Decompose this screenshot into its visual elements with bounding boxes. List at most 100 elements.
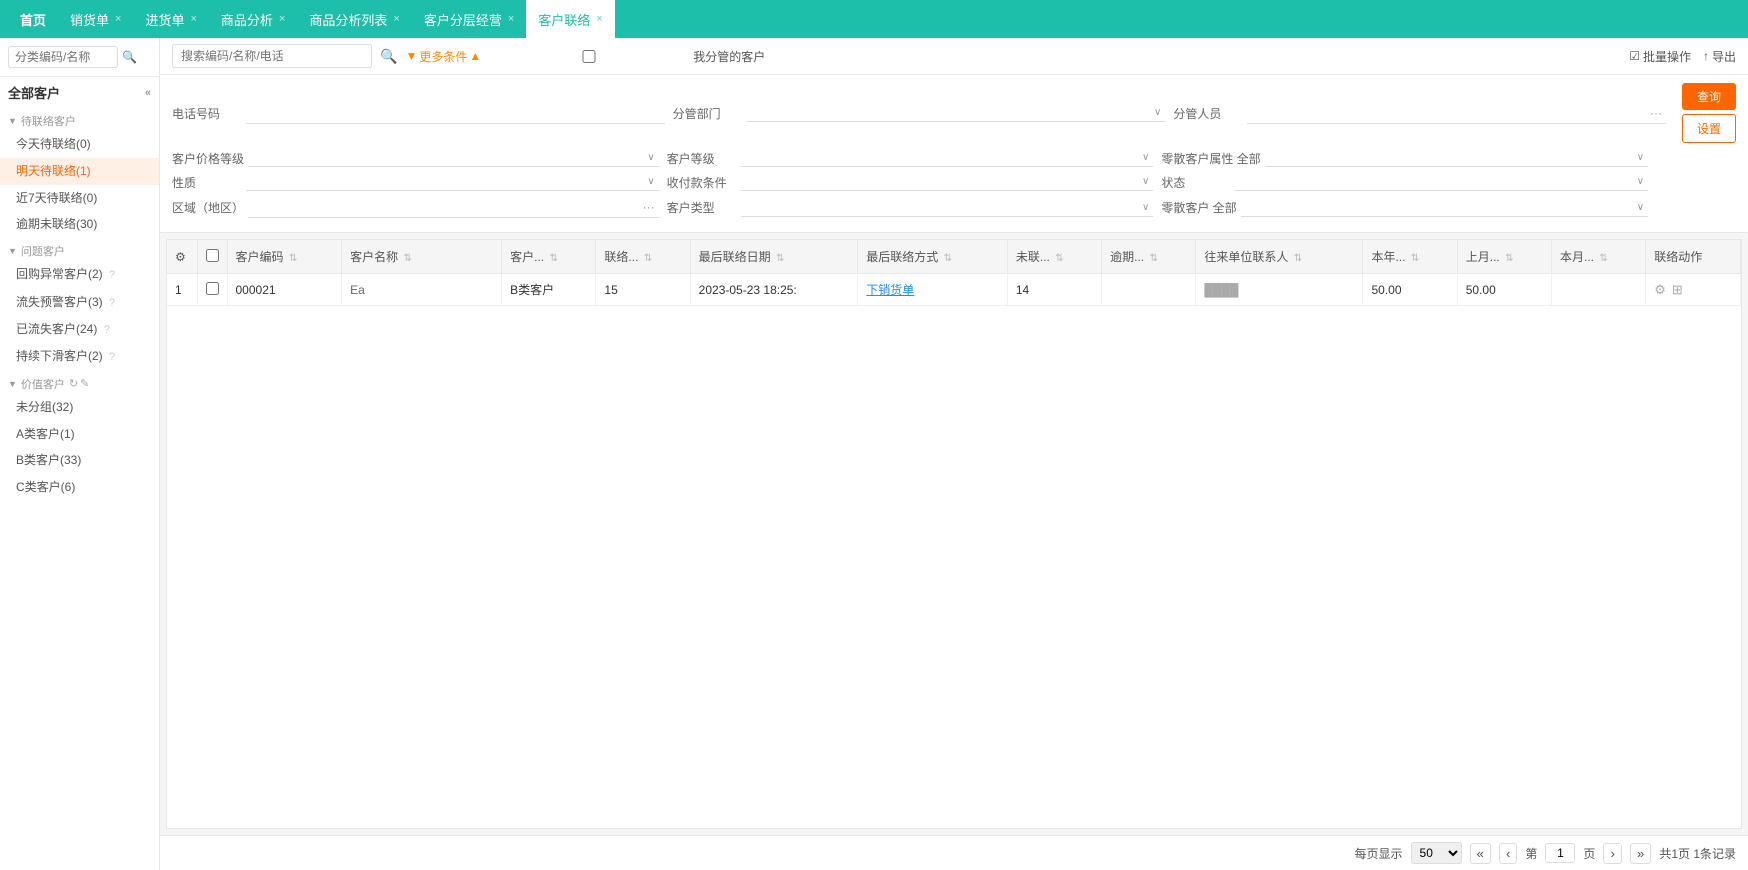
row-last-date: 2023-05-23 18:25: [690,274,858,306]
prev-page-btn[interactable]: ‹ [1499,843,1517,864]
row-grid-icon[interactable]: ⊞ [1672,282,1683,298]
nav-customer-contact-close[interactable]: × [596,13,602,25]
sidebar-all-customers-label: 全部客户 [8,83,60,102]
main-layout: 🔍 全部客户 « ▼ 待联络客户 今天待联络(0) 明天待联络(1) 近7天待联… [0,38,1748,870]
customer-type-arrow: ∨ [1142,202,1149,213]
row-gear-icon[interactable]: ⚙ [1654,282,1666,298]
sidebar-item-lost[interactable]: 已流失客户(24) ? [0,316,159,343]
export-btn[interactable]: ↑ 导出 [1703,48,1736,65]
sidebar-item-repurchase[interactable]: 回购异常客户(2) ? [0,261,159,288]
nav-sales[interactable]: 销货单 × [58,0,133,38]
phone-input[interactable] [246,103,665,124]
nav-home[interactable]: 首页 [8,0,58,38]
sort-icon-this-month: ⇅ [1599,253,1607,264]
set-button[interactable]: 设置 [1682,114,1736,143]
nav-purchase-close[interactable]: × [190,13,196,25]
th-this-month[interactable]: 本月... ⇅ [1552,240,1646,274]
th-code[interactable]: 客户编码 ⇅ [227,240,342,274]
nav-goods-list-close[interactable]: × [393,13,399,25]
status-select[interactable]: ∨ [1235,173,1648,191]
sidebar-group-pending: ▼ 待联络客户 [0,108,159,131]
nav-sales-close[interactable]: × [115,13,121,25]
sidebar-search-input[interactable] [8,46,118,68]
retail-select[interactable]: ∨ [1241,199,1648,217]
sidebar-item-churn-warning[interactable]: 流失预警客户(3) ? [0,289,159,316]
sidebar-item-churn-warning-label: 流失预警客户(3) [16,295,103,309]
sidebar-item-today[interactable]: 今天待联络(0) [0,131,159,158]
region-dots-icon: ··· [643,200,655,214]
customer-level-select[interactable]: ∨ [741,149,1154,167]
sidebar-item-declining[interactable]: 持续下滑客户(2) ? [0,343,159,370]
th-checkbox[interactable] [197,240,227,274]
th-overdue[interactable]: 逾期... ⇅ [1102,240,1196,274]
row-last-method[interactable]: 下销货单 [858,274,1008,306]
retail-arrow: ∨ [1637,202,1644,213]
help-icon-1: ? [109,269,115,281]
region-select[interactable]: ··· [248,197,659,218]
th-type[interactable]: 客户... ⇅ [502,240,596,274]
dept-arrow-icon: ∨ [1154,107,1161,118]
sidebar-group-value: ▼ 价值客户 ↻ ✎ [0,371,159,394]
table-footer: 每页显示 50 10 20 100 « ‹ 第 页 › » 共1页 1条记录 [160,835,1748,870]
refresh-icon[interactable]: ↻ [69,377,78,390]
th-last-date[interactable]: 最后联络日期 ⇅ [690,240,858,274]
th-this-year[interactable]: 本年... ⇅ [1363,240,1457,274]
triangle-icon-2: ▼ [8,246,17,256]
th-contacts[interactable]: 联络... ⇅ [596,240,690,274]
retail-attr-select[interactable]: ∨ [1265,149,1648,167]
edit-icon[interactable]: ✎ [80,377,89,390]
page-label: 第 [1525,845,1537,862]
manager-select[interactable]: ··· [1247,103,1666,124]
sidebar-item-type-c[interactable]: C类客户(6) [0,474,159,501]
search-input[interactable] [172,44,372,68]
arrow-up-icon: ▲ [469,49,481,63]
sidebar-item-tomorrow[interactable]: 明天待联络(1) [0,158,159,185]
nav-customer-contact[interactable]: 客户联络 × [526,0,614,38]
filter-cell-price-level: 客户价格等级 ∨ [172,149,659,167]
region-label: 区域（地区） [172,199,244,216]
row-checkbox[interactable] [197,274,227,306]
select-all-checkbox[interactable] [206,249,219,262]
batch-action-btn[interactable]: ☑ 批量操作 [1629,48,1691,65]
first-page-btn[interactable]: « [1470,843,1491,864]
filter-row-1: 电话号码 分管部门 ∨ 分管人员 ··· [172,83,1736,143]
price-level-select[interactable]: ∨ [248,149,659,167]
last-page-btn[interactable]: » [1630,843,1651,864]
sidebar-item-ungroup[interactable]: 未分组(32) [0,394,159,421]
th-name[interactable]: 客户名称 ⇅ [342,240,502,274]
th-last-method[interactable]: 最后联络方式 ⇅ [858,240,1008,274]
payment-select[interactable]: ∨ [741,173,1154,191]
more-conditions-toggle[interactable]: ▼ 更多条件 ▲ [405,48,481,65]
customer-type-select[interactable]: ∨ [741,199,1154,217]
search-button[interactable]: 🔍 [380,48,397,65]
sidebar-item-declining-label: 持续下滑客户(2) [16,349,103,363]
row-name[interactable]: Ea [342,274,502,306]
my-customers-checkbox[interactable] [489,50,689,63]
sidebar-all-customers[interactable]: 全部客户 « [0,77,159,108]
sidebar-item-type-b[interactable]: B类客户(33) [0,447,159,474]
nav-customer-tier[interactable]: 客户分层经营 × [412,0,526,38]
sidebar-search-icon[interactable]: 🔍 [122,50,137,64]
nature-select[interactable]: ∨ [246,173,659,191]
row-checkbox-input[interactable] [206,282,219,295]
nav-goods-list[interactable]: 商品分析列表 × [297,0,411,38]
nav-customer-tier-close[interactable]: × [508,13,514,25]
sidebar-item-overdue[interactable]: 逾期未联络(30) [0,211,159,238]
dept-select[interactable]: ∨ [747,104,1166,122]
th-gear[interactable]: ⚙ [167,240,197,274]
nav-purchase-label: 进货单 [145,10,184,29]
sidebar-item-type-a[interactable]: A类客户(1) [0,421,159,448]
nav-purchase[interactable]: 进货单 × [133,0,208,38]
th-unit-contact[interactable]: 往来单位联系人 ⇅ [1196,240,1363,274]
nav-goods-analysis[interactable]: 商品分析 × [209,0,297,38]
nav-goods-analysis-close[interactable]: × [279,13,285,25]
th-last-month[interactable]: 上月... ⇅ [1457,240,1551,274]
th-not-contacted[interactable]: 未联... ⇅ [1007,240,1101,274]
query-button[interactable]: 查询 [1682,83,1736,110]
my-customers-checkbox-label[interactable]: 我分管的客户 [489,48,765,65]
page-input[interactable] [1545,843,1575,863]
sidebar-item-week[interactable]: 近7天待联络(0) [0,185,159,212]
per-page-select[interactable]: 50 10 20 100 [1411,842,1462,864]
next-page-btn[interactable]: › [1603,843,1621,864]
nav-goods-list-label: 商品分析列表 [309,10,387,29]
